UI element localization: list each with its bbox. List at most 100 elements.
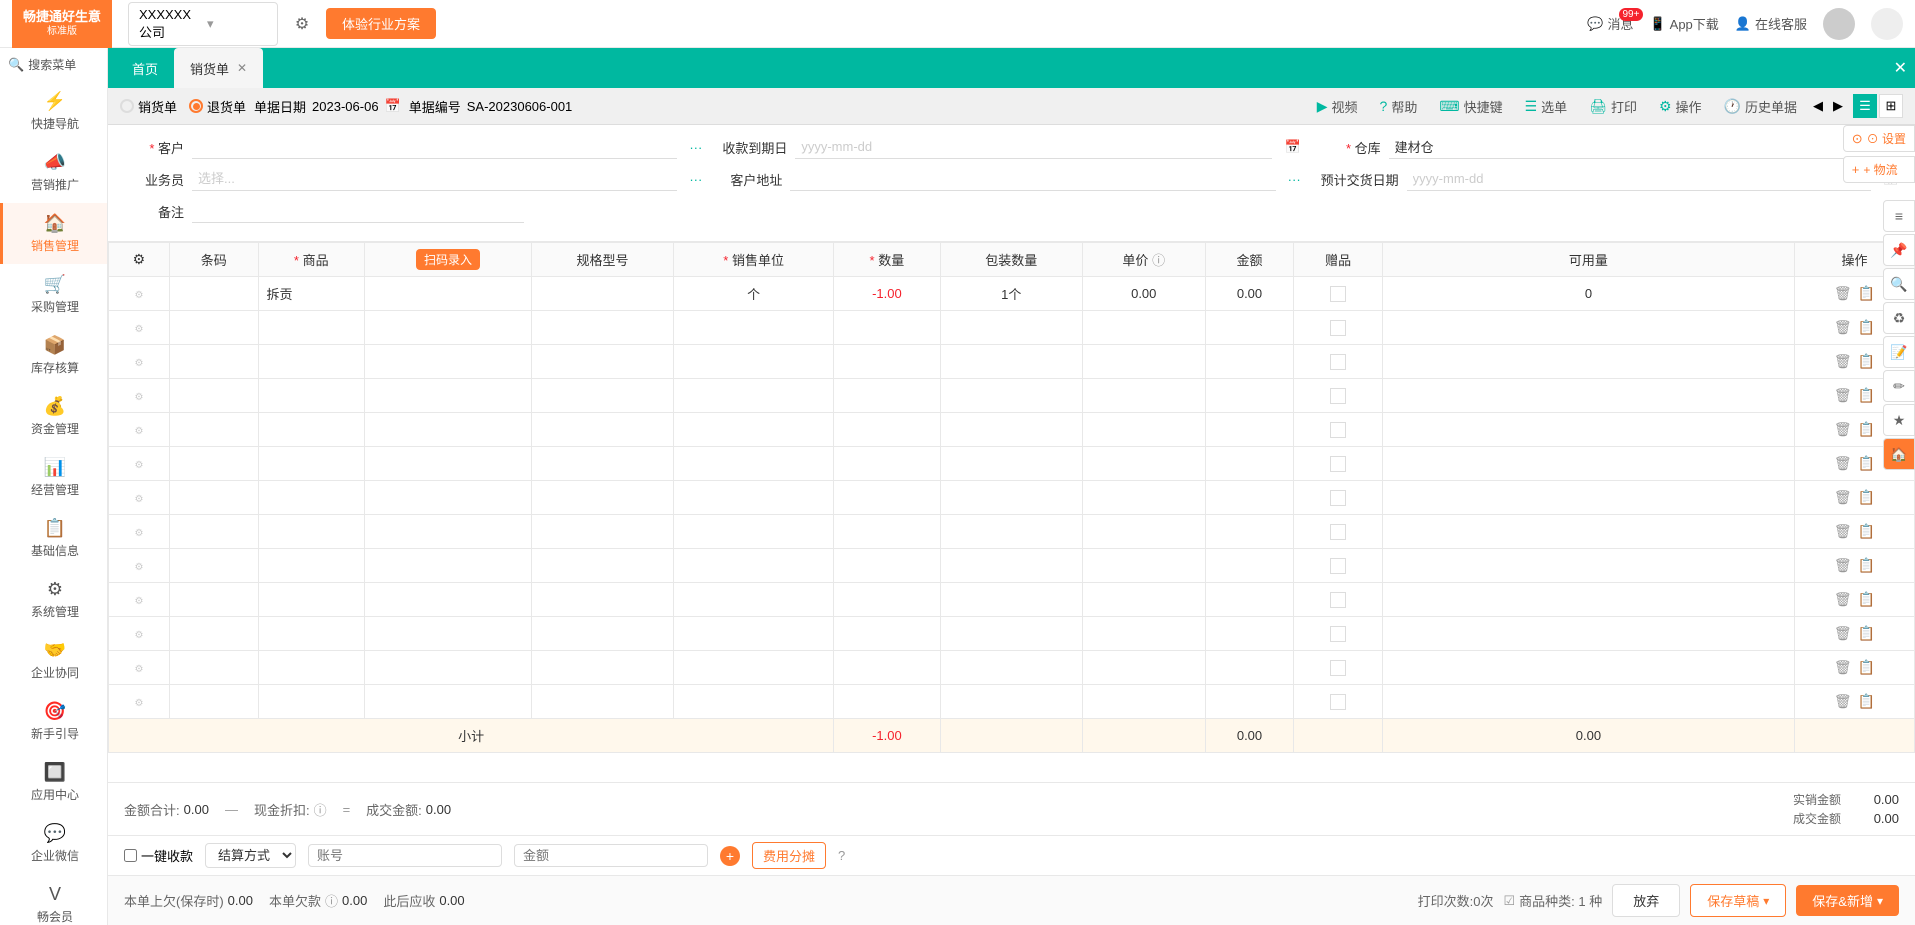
row-quantity[interactable]: [834, 583, 941, 617]
row-gift[interactable]: [1294, 685, 1383, 719]
row-unit[interactable]: [674, 651, 834, 685]
row-unit[interactable]: [674, 413, 834, 447]
warehouse-input[interactable]: 建材仓: [1389, 135, 1874, 159]
row-spec[interactable]: [531, 413, 673, 447]
row-unit-price[interactable]: [1082, 651, 1205, 685]
save-new-button[interactable]: 保存&新增 ▾: [1796, 885, 1899, 916]
row-copy-icon[interactable]: 📋: [1858, 353, 1875, 370]
sidebar-search[interactable]: 🔍 搜索菜单: [0, 48, 107, 81]
salesperson-more-icon[interactable]: ···: [689, 172, 702, 187]
operate-btn[interactable]: ⚙ 操作: [1653, 95, 1708, 118]
company-selector[interactable]: XXXXXX公司 ▾: [128, 2, 278, 46]
row-amount[interactable]: [1205, 583, 1294, 617]
row-delete-icon[interactable]: 🗑: [1834, 455, 1852, 472]
row-gift[interactable]: [1294, 345, 1383, 379]
row-amount[interactable]: [1205, 685, 1294, 719]
sidebar-item-member[interactable]: V 畅会员: [0, 874, 107, 925]
salesperson-input[interactable]: [192, 167, 677, 191]
row-copy-icon[interactable]: 📋: [1858, 659, 1875, 676]
rf-btn-6[interactable]: ✏: [1883, 370, 1915, 402]
row-copy-icon[interactable]: 📋: [1858, 625, 1875, 642]
due-date-calendar-icon[interactable]: 📅: [1284, 139, 1300, 155]
row-spec[interactable]: [531, 515, 673, 549]
row-quantity[interactable]: [834, 515, 941, 549]
sidebar-item-inventory[interactable]: 📦 库存核算: [0, 325, 107, 386]
tab-bar-close-icon[interactable]: ✕: [1894, 58, 1907, 78]
row-delete-icon[interactable]: 🗑: [1834, 489, 1852, 506]
settlement-select[interactable]: 结算方式: [205, 843, 296, 868]
trial-button[interactable]: 体验行业方案: [326, 8, 436, 39]
rf-btn-3[interactable]: 🔍: [1883, 268, 1915, 300]
rf-btn-8[interactable]: 🏠: [1883, 438, 1915, 470]
address-more-icon[interactable]: ···: [1288, 172, 1301, 187]
row-barcode[interactable]: [169, 651, 258, 685]
row-spec[interactable]: [531, 685, 673, 719]
row-gift[interactable]: [1294, 379, 1383, 413]
row-copy-icon[interactable]: 📋: [1858, 387, 1875, 404]
row-quantity[interactable]: [834, 447, 941, 481]
row-package-qty[interactable]: [940, 379, 1082, 413]
row-barcode[interactable]: [169, 481, 258, 515]
row-gift[interactable]: [1294, 617, 1383, 651]
col-scan[interactable]: 扫码录入: [365, 243, 532, 277]
sidebar-item-operation[interactable]: 📊 经营管理: [0, 447, 107, 508]
rf-btn-1[interactable]: ≡: [1883, 200, 1915, 232]
row-barcode[interactable]: [169, 583, 258, 617]
row-product[interactable]: [258, 617, 365, 651]
row-copy-icon[interactable]: 📋: [1858, 489, 1875, 506]
view-grid-btn[interactable]: ⊞: [1879, 94, 1903, 118]
row-delete-icon[interactable]: 🗑: [1834, 659, 1852, 676]
online-service-button[interactable]: 👤 在线客服: [1735, 14, 1807, 33]
row-barcode[interactable]: [169, 515, 258, 549]
row-product[interactable]: [258, 685, 365, 719]
row-unit[interactable]: [674, 481, 834, 515]
row-delete-icon[interactable]: 🗑: [1834, 693, 1852, 710]
row-package-qty[interactable]: [940, 685, 1082, 719]
row-amount[interactable]: [1205, 311, 1294, 345]
row-delete-icon[interactable]: 🗑: [1834, 387, 1852, 404]
row-copy-icon[interactable]: 📋: [1858, 455, 1875, 472]
row-delete-icon[interactable]: 🗑: [1834, 523, 1852, 540]
rf-btn-5[interactable]: 📝: [1883, 336, 1915, 368]
row-barcode[interactable]: [169, 277, 258, 311]
row-delete-icon[interactable]: 🗑: [1834, 421, 1852, 438]
row-quantity[interactable]: [834, 617, 941, 651]
sidebar-item-collab[interactable]: 🤝 企业协同: [0, 630, 107, 691]
select-btn[interactable]: ☰ 选单: [1519, 95, 1574, 118]
row-package-qty[interactable]: [940, 549, 1082, 583]
scan-button[interactable]: 扫码录入: [416, 249, 480, 270]
tab-close-icon[interactable]: ✕: [237, 61, 247, 75]
row-unit[interactable]: [674, 549, 834, 583]
sidebar-item-sales[interactable]: 🏠 销售管理: [0, 203, 107, 264]
sidebar-item-guide[interactable]: 🎯 新手引导: [0, 691, 107, 752]
row-spec[interactable]: [531, 583, 673, 617]
payment-help-icon[interactable]: ?: [838, 848, 845, 863]
row-amount[interactable]: [1205, 413, 1294, 447]
row-product[interactable]: [258, 379, 365, 413]
row-gift[interactable]: [1294, 549, 1383, 583]
row-amount[interactable]: [1205, 481, 1294, 515]
row-quantity[interactable]: [834, 413, 941, 447]
row-quantity[interactable]: [834, 549, 941, 583]
row-unit[interactable]: [674, 583, 834, 617]
row-gift[interactable]: [1294, 311, 1383, 345]
row-quantity[interactable]: [834, 481, 941, 515]
row-copy-icon[interactable]: 📋: [1858, 523, 1875, 540]
row-unit[interactable]: [674, 617, 834, 651]
row-barcode[interactable]: [169, 311, 258, 345]
row-quantity[interactable]: -1.00: [834, 277, 941, 311]
row-copy-icon[interactable]: 📋: [1858, 591, 1875, 608]
row-amount[interactable]: 0.00: [1205, 277, 1294, 311]
print-btn[interactable]: 🖨 打印: [1583, 95, 1643, 118]
row-delete-icon[interactable]: 🗑: [1834, 557, 1852, 574]
sidebar-item-quick-nav[interactable]: ⚡ 快捷导航: [0, 81, 107, 142]
row-quantity[interactable]: [834, 379, 941, 413]
row-package-qty[interactable]: [940, 413, 1082, 447]
avatar[interactable]: [1823, 8, 1855, 40]
rf-btn-4[interactable]: ♻: [1883, 302, 1915, 334]
radio-sale[interactable]: 销货单: [120, 97, 177, 116]
row-amount[interactable]: [1205, 617, 1294, 651]
row-barcode[interactable]: [169, 447, 258, 481]
row-package-qty[interactable]: [940, 515, 1082, 549]
customer-more-icon[interactable]: ···: [689, 140, 702, 155]
